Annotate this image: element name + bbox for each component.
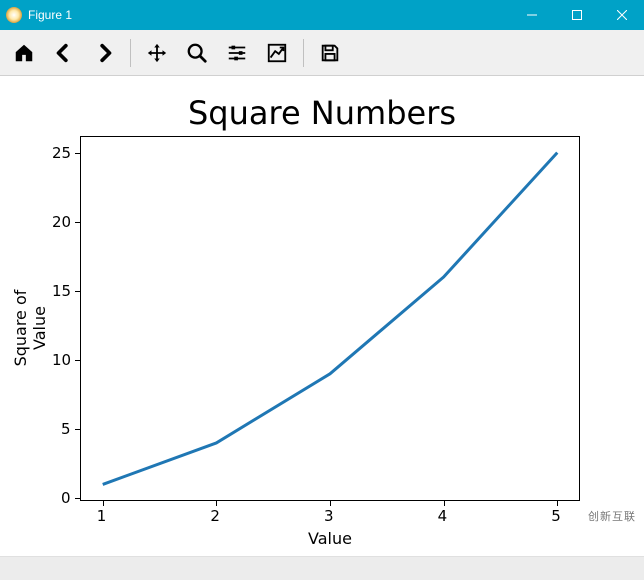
y-tick-label: 0 [61,489,71,507]
maximize-icon [572,10,582,20]
y-tick [75,498,80,499]
window-title: Figure 1 [28,8,72,22]
close-button[interactable] [599,0,644,30]
back-button[interactable] [44,33,84,73]
forward-arrow-icon [93,42,115,64]
zoom-button[interactable] [177,33,217,73]
x-tick-label: 2 [210,507,220,525]
x-tick-label: 4 [438,507,448,525]
x-tick [103,501,104,506]
minimize-icon [527,10,537,20]
forward-button[interactable] [84,33,124,73]
search-icon [186,42,208,64]
save-icon [319,42,341,64]
x-tick-label: 3 [324,507,334,525]
subplots-button[interactable] [217,33,257,73]
x-tick [216,501,217,506]
maximize-button[interactable] [554,0,599,30]
y-tick-label: 5 [61,420,71,438]
x-tick [557,501,558,506]
x-tick [444,501,445,506]
y-tick [75,153,80,154]
watermark: 创新互联 [556,506,640,528]
line-plot [0,76,644,556]
chart-canvas[interactable]: Square Numbers Square of Value Value 创新互… [0,76,644,556]
y-axis-label: Square of Value [11,268,49,388]
y-tick-label: 15 [52,282,71,300]
toolbar-separator [303,39,304,67]
move-icon [146,42,168,64]
y-tick [75,360,80,361]
sliders-icon [226,42,248,64]
y-tick-label: 10 [52,351,71,369]
window-titlebar: Figure 1 [0,0,644,30]
back-arrow-icon [53,42,75,64]
x-tick-label: 5 [551,507,561,525]
y-tick [75,291,80,292]
close-icon [617,10,627,20]
matplotlib-toolbar [0,30,644,76]
y-tick-label: 20 [52,213,71,231]
app-icon [6,7,22,23]
pan-button[interactable] [137,33,177,73]
x-tick-label: 1 [97,507,107,525]
chart-line-icon [266,42,288,64]
toolbar-separator [130,39,131,67]
y-tick [75,222,80,223]
status-bar [0,556,644,580]
save-button[interactable] [310,33,350,73]
x-axis-label: Value [80,529,580,548]
minimize-button[interactable] [509,0,554,30]
x-tick [330,501,331,506]
y-tick [75,429,80,430]
y-tick-label: 25 [52,144,71,162]
home-icon [13,42,35,64]
axes-button[interactable] [257,33,297,73]
home-button[interactable] [4,33,44,73]
